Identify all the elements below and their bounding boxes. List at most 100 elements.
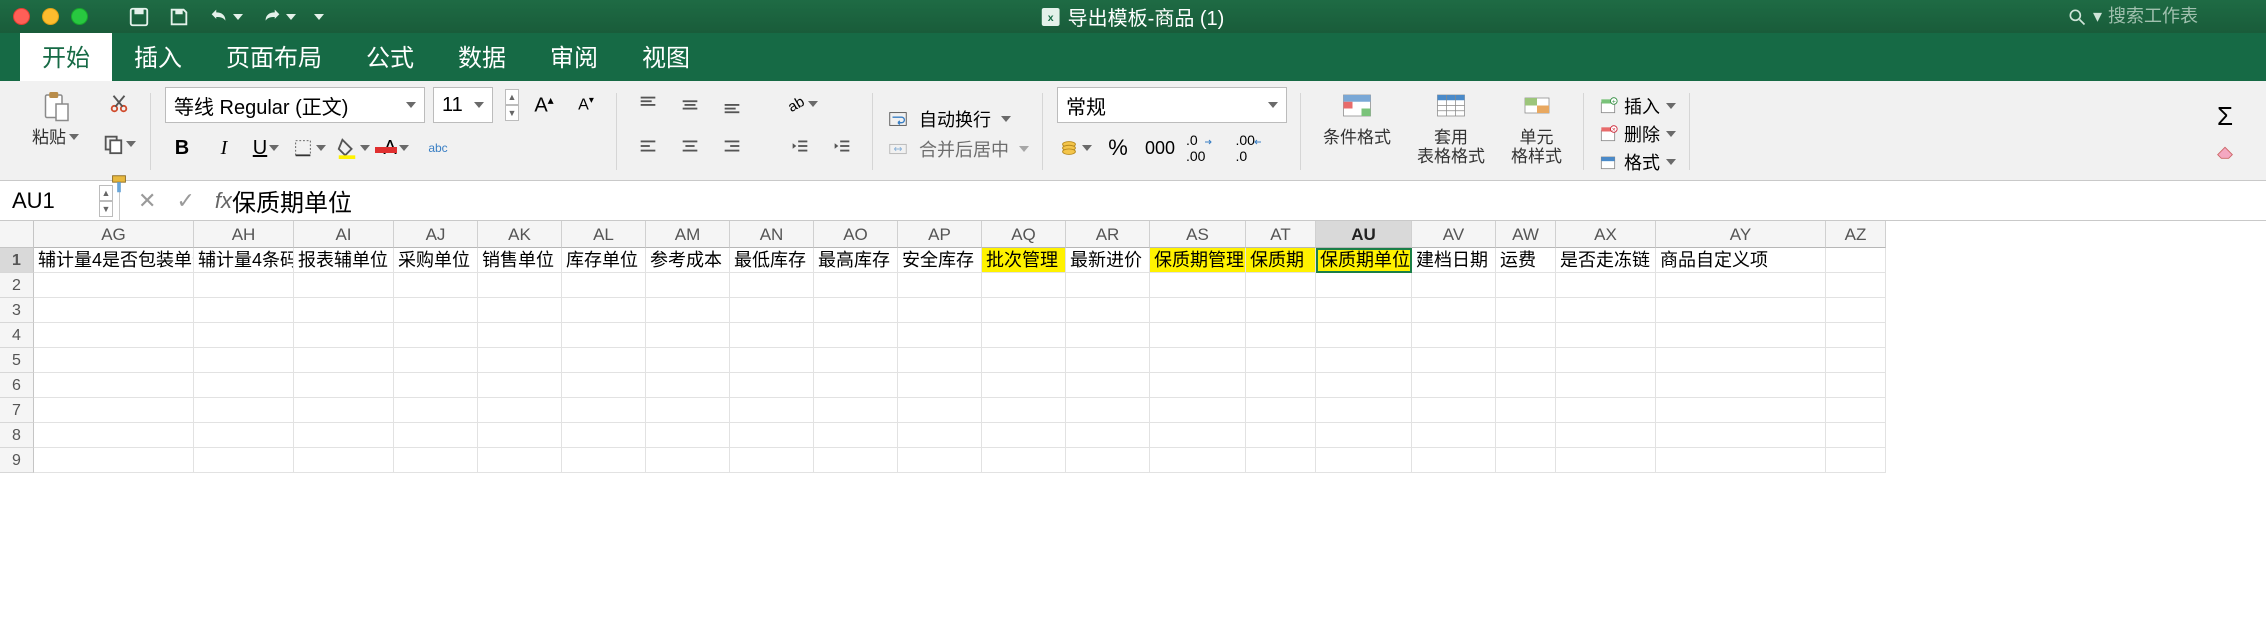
cell-AY8[interactable]	[1656, 423, 1826, 448]
cell-AX2[interactable]	[1556, 273, 1656, 298]
search-sheet[interactable]: ▾	[2067, 6, 2248, 27]
cell-AM3[interactable]	[646, 298, 730, 323]
cell-AR2[interactable]	[1066, 273, 1150, 298]
cell-AU5[interactable]	[1316, 348, 1412, 373]
column-header-AV[interactable]: AV	[1412, 221, 1496, 248]
cell-AS3[interactable]	[1150, 298, 1246, 323]
cell-AQ6[interactable]	[982, 373, 1066, 398]
column-header-AQ[interactable]: AQ	[982, 221, 1066, 248]
align-left-button[interactable]	[631, 129, 665, 163]
column-header-AN[interactable]: AN	[730, 221, 814, 248]
orientation-button[interactable]: ab	[783, 87, 819, 121]
cell-AV2[interactable]	[1412, 273, 1496, 298]
cell-AP8[interactable]	[898, 423, 982, 448]
cell-AX4[interactable]	[1556, 323, 1656, 348]
cell-AP1[interactable]: 安全库存	[898, 248, 982, 273]
cell-AO6[interactable]	[814, 373, 898, 398]
grow-font-button[interactable]: A▴	[527, 88, 561, 122]
cell-AV4[interactable]	[1412, 323, 1496, 348]
row-header-2[interactable]: 2	[0, 273, 34, 298]
cell-AG9[interactable]	[34, 448, 194, 473]
cell-AT3[interactable]	[1246, 298, 1316, 323]
cell-AT4[interactable]	[1246, 323, 1316, 348]
cell-AI8[interactable]	[294, 423, 394, 448]
cell-AZ6[interactable]	[1826, 373, 1886, 398]
autosum-button[interactable]: Σ	[2208, 100, 2242, 134]
cell-AQ3[interactable]	[982, 298, 1066, 323]
select-all-corner[interactable]	[0, 221, 34, 248]
cell-AL3[interactable]	[562, 298, 646, 323]
cell-AK4[interactable]	[478, 323, 562, 348]
column-header-AL[interactable]: AL	[562, 221, 646, 248]
clear-button[interactable]	[2208, 134, 2242, 168]
cell-AN9[interactable]	[730, 448, 814, 473]
column-header-AG[interactable]: AG	[34, 221, 194, 248]
enter-formula-icon[interactable]: ✓	[176, 188, 194, 214]
align-right-button[interactable]	[715, 129, 749, 163]
cell-AM4[interactable]	[646, 323, 730, 348]
cell-AO3[interactable]	[814, 298, 898, 323]
row-header-9[interactable]: 9	[0, 448, 34, 473]
cell-AR6[interactable]	[1066, 373, 1150, 398]
cell-AI3[interactable]	[294, 298, 394, 323]
cell-AL1[interactable]: 库存单位	[562, 248, 646, 273]
cell-AV5[interactable]	[1412, 348, 1496, 373]
cell-AY3[interactable]	[1656, 298, 1826, 323]
paste-button[interactable]: 粘贴	[24, 87, 87, 201]
italic-button[interactable]: I	[207, 131, 241, 165]
cell-AM5[interactable]	[646, 348, 730, 373]
cell-AN3[interactable]	[730, 298, 814, 323]
cell-AS4[interactable]	[1150, 323, 1246, 348]
cell-AY6[interactable]	[1656, 373, 1826, 398]
cell-AZ4[interactable]	[1826, 323, 1886, 348]
cell-AK6[interactable]	[478, 373, 562, 398]
column-header-AM[interactable]: AM	[646, 221, 730, 248]
cell-AM8[interactable]	[646, 423, 730, 448]
cell-AJ9[interactable]	[394, 448, 478, 473]
cell-AH4[interactable]	[194, 323, 294, 348]
column-header-AO[interactable]: AO	[814, 221, 898, 248]
formula-input[interactable]	[232, 187, 2266, 215]
format-cells-button[interactable]: 格式	[1598, 148, 1676, 176]
cell-AW6[interactable]	[1496, 373, 1556, 398]
cell-AQ5[interactable]	[982, 348, 1066, 373]
cell-AN4[interactable]	[730, 323, 814, 348]
font-color-button[interactable]: A	[379, 131, 413, 165]
cell-AS5[interactable]	[1150, 348, 1246, 373]
cell-AX3[interactable]	[1556, 298, 1656, 323]
cell-AZ3[interactable]	[1826, 298, 1886, 323]
cell-AM6[interactable]	[646, 373, 730, 398]
font-size-spinner[interactable]: ▲▼	[505, 89, 519, 121]
cell-AR4[interactable]	[1066, 323, 1150, 348]
cell-AZ7[interactable]	[1826, 398, 1886, 423]
search-input[interactable]	[2108, 6, 2248, 27]
cell-AW9[interactable]	[1496, 448, 1556, 473]
fx-icon[interactable]: fx	[215, 188, 232, 214]
format-painter-button[interactable]	[101, 167, 137, 201]
cell-AU9[interactable]	[1316, 448, 1412, 473]
cell-AG3[interactable]	[34, 298, 194, 323]
column-header-AT[interactable]: AT	[1246, 221, 1316, 248]
cut-button[interactable]	[101, 87, 137, 121]
column-header-AW[interactable]: AW	[1496, 221, 1556, 248]
cell-AO5[interactable]	[814, 348, 898, 373]
cell-AR1[interactable]: 最新进价	[1066, 248, 1150, 273]
cell-AL8[interactable]	[562, 423, 646, 448]
font-size-combo[interactable]: 11	[433, 87, 493, 123]
cell-AQ8[interactable]	[982, 423, 1066, 448]
cell-AL7[interactable]	[562, 398, 646, 423]
cell-AI6[interactable]	[294, 373, 394, 398]
cell-AL5[interactable]	[562, 348, 646, 373]
cell-AU2[interactable]	[1316, 273, 1412, 298]
cell-AJ1[interactable]: 采购单位	[394, 248, 478, 273]
cell-AN1[interactable]: 最低库存	[730, 248, 814, 273]
cell-AT1[interactable]: 保质期	[1246, 248, 1316, 273]
cell-AV8[interactable]	[1412, 423, 1496, 448]
cell-AY1[interactable]: 商品自定义项	[1656, 248, 1826, 273]
cell-styles-button[interactable]: 单元 格样式	[1503, 87, 1570, 168]
column-header-AK[interactable]: AK	[478, 221, 562, 248]
cell-AO7[interactable]	[814, 398, 898, 423]
cell-AR3[interactable]	[1066, 298, 1150, 323]
increase-indent-button[interactable]	[825, 129, 859, 163]
cell-AS6[interactable]	[1150, 373, 1246, 398]
